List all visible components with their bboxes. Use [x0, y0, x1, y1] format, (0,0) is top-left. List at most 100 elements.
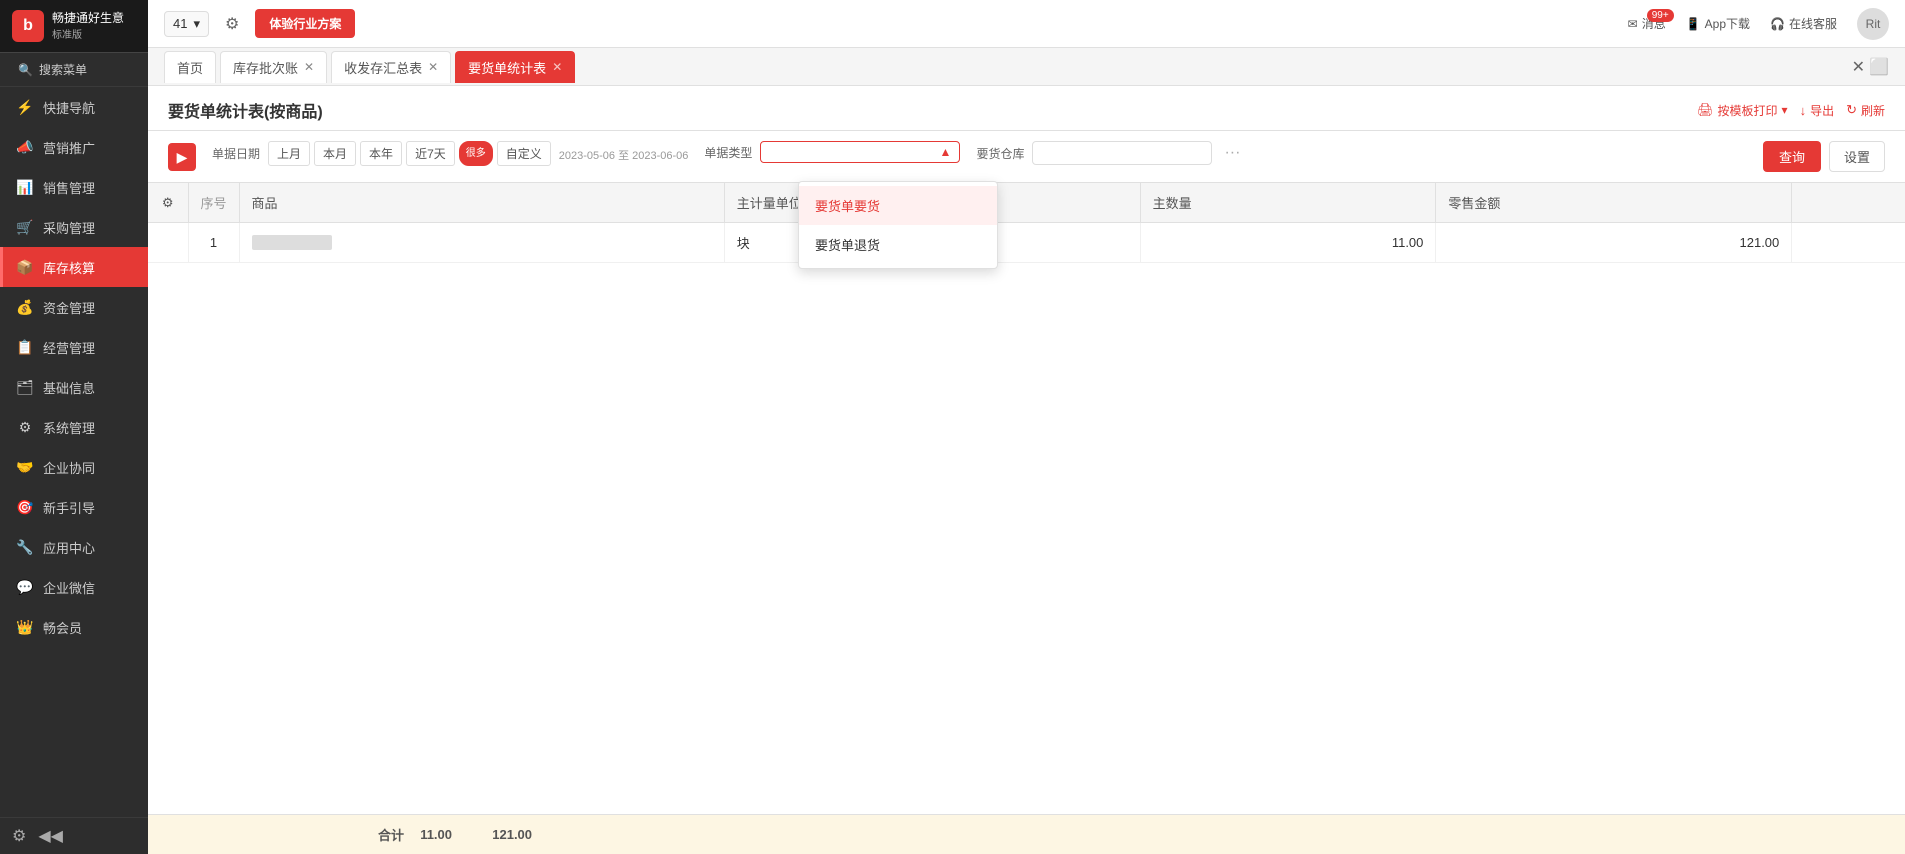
- messages-btn[interactable]: ✉ 消息 99+: [1628, 15, 1666, 32]
- page-actions: 🖨 按模板打印 ▾ ↓ 导出 ↻ 刷新: [1697, 102, 1885, 119]
- marketing-icon: 📣: [15, 137, 35, 157]
- inventory-icon: 📦: [15, 257, 35, 277]
- tab-inventory-batch[interactable]: 库存批次账 ✕: [220, 51, 327, 83]
- table-row: 1 块 11.00 121.00: [148, 223, 1905, 263]
- logo-icon: b: [12, 10, 44, 42]
- search-icon: 🔍: [18, 63, 33, 77]
- page-header: 要货单统计表(按商品) 🖨 按模板打印 ▾ ↓ 导出 ↻ 刷新: [148, 86, 1905, 131]
- sidebar-item-guide[interactable]: 🎯 新手引导: [0, 487, 148, 527]
- query-button[interactable]: 查询: [1763, 141, 1821, 172]
- row-quantity-cell: 11.00: [1140, 223, 1436, 263]
- sidebar-item-basic[interactable]: 🗂 基础信息: [0, 367, 148, 407]
- refresh-icon: ↻: [1846, 102, 1857, 118]
- sidebar-item-wechat[interactable]: 💬 企业微信: [0, 567, 148, 607]
- tab-close-all-icon[interactable]: ✕: [1852, 57, 1865, 77]
- export-icon: ↓: [1800, 103, 1807, 118]
- tab-close-inventory-batch[interactable]: ✕: [304, 60, 314, 74]
- table-settings-icon: ⚙: [162, 195, 174, 210]
- print-btn[interactable]: 🖨 按模板打印 ▾: [1697, 102, 1788, 119]
- date-btn-7days[interactable]: 近7天: [406, 141, 455, 166]
- sidebar-item-operation[interactable]: 📋 经营管理: [0, 327, 148, 367]
- sidebar-item-finance[interactable]: 💰 资金管理: [0, 287, 148, 327]
- dropdown-item-order-goods[interactable]: 要货单要货: [799, 186, 997, 225]
- type-dropdown-menu: 要货单要货 要货单退货: [798, 181, 998, 269]
- tab-order-stats[interactable]: 要货单统计表 ✕: [455, 51, 575, 83]
- guide-icon: 🎯: [15, 497, 35, 517]
- sidebar-item-sales[interactable]: 📊 销售管理: [0, 167, 148, 207]
- type-input[interactable]: [769, 145, 939, 159]
- app-download-btn[interactable]: 📱 App下载: [1686, 15, 1750, 32]
- tab-receipt-summary[interactable]: 收发存汇总表 ✕: [331, 51, 451, 83]
- sidebar-logo: b 畅捷通好生意 标准版: [0, 0, 148, 53]
- date-buttons: 上月 本月 本年 近7天 很多 自定义: [268, 141, 551, 166]
- wechat-icon: 💬: [15, 577, 35, 597]
- footer-label: 合计: [378, 825, 412, 844]
- bottom-collapse-icon[interactable]: ◀◀: [38, 826, 63, 846]
- date-btn-custom[interactable]: 自定义: [497, 141, 551, 166]
- filter-action-buttons: 查询 设置: [1763, 141, 1885, 172]
- filter-bar: ▶ 单据日期 上月 本月 本年 近7天 很多 自定义 2023-05-06 至 …: [148, 131, 1905, 183]
- dropdown-item-order-return[interactable]: 要货单退货: [799, 225, 997, 264]
- main-content: 41 ▾ ⚙ 体验行业方案 ✉ 消息 99+ 📱 App下载 🎧 在线客服 Ri…: [148, 0, 1905, 854]
- tab-expand: ✕ ⬜: [1852, 57, 1889, 77]
- finance-icon: 💰: [15, 297, 35, 317]
- filter-expand-btn[interactable]: ▶: [168, 143, 196, 171]
- header-settings-icon[interactable]: ⚙: [225, 14, 239, 34]
- trial-btn[interactable]: 体验行业方案: [255, 9, 355, 38]
- sidebar-item-marketing[interactable]: 📣 营销推广: [0, 127, 148, 167]
- sidebar-item-vip[interactable]: 👑 畅会员: [0, 607, 148, 647]
- sidebar-item-system[interactable]: ⚙ 系统管理: [0, 407, 148, 447]
- sidebar-item-quick-nav[interactable]: ⚡ 快捷导航: [0, 87, 148, 127]
- footer-quantity: 11.00: [412, 827, 492, 842]
- operation-icon: 📋: [15, 337, 35, 357]
- type-filter-label: 单据类型: [704, 144, 752, 161]
- export-btn[interactable]: ↓ 导出: [1800, 102, 1835, 119]
- sales-icon: 📊: [15, 177, 35, 197]
- appstore-icon: 🔧: [15, 537, 35, 557]
- sidebar-item-inventory[interactable]: 📦 库存核算: [0, 247, 148, 287]
- col-amount-header: 零售金额: [1436, 183, 1792, 223]
- tabs-bar: 首页 库存批次账 ✕ 收发存汇总表 ✕ 要货单统计表 ✕ ✕ ⬜: [148, 48, 1905, 86]
- enterprise-icon: 🤝: [15, 457, 35, 477]
- row-no-cell: 1: [188, 223, 239, 263]
- sidebar-item-enterprise[interactable]: 🤝 企业协同: [0, 447, 148, 487]
- filter-settings-button[interactable]: 设置: [1829, 141, 1885, 172]
- bottom-settings-icon[interactable]: ⚙: [12, 826, 26, 846]
- date-filter-group: 单据日期 上月 本月 本年 近7天 很多 自定义 2023-05-06 至 20…: [212, 141, 688, 166]
- type-arrow-up-icon[interactable]: ▲: [940, 145, 952, 159]
- table-body: 1 块 11.00 121.00: [148, 223, 1905, 263]
- message-icon: ✉: [1628, 17, 1638, 31]
- tab-close-receipt-summary[interactable]: ✕: [428, 60, 438, 74]
- row-settings-cell: [148, 223, 188, 263]
- purchase-icon: 🛒: [15, 217, 35, 237]
- col-goods-header: 商品: [239, 183, 724, 223]
- table-footer: 合计 11.00 121.00: [148, 814, 1905, 854]
- online-service-btn[interactable]: 🎧 在线客服: [1770, 15, 1837, 32]
- tab-expand-icon[interactable]: ⬜: [1869, 57, 1889, 77]
- system-icon: ⚙: [15, 417, 35, 437]
- col-no-header: 序号: [188, 183, 239, 223]
- sidebar-item-appstore[interactable]: 🔧 应用中心: [0, 527, 148, 567]
- filter-more-icon[interactable]: ···: [1224, 144, 1240, 162]
- tab-home[interactable]: 首页: [164, 51, 216, 83]
- expand-icon: ▶: [177, 149, 188, 166]
- sidebar-search[interactable]: 🔍 搜索菜单: [0, 53, 148, 87]
- col-extra-header: [1792, 183, 1905, 223]
- date-btn-this-month[interactable]: 本月: [314, 141, 356, 166]
- date-range-display: 2023-05-06 至 2023-06-06: [559, 147, 689, 163]
- date-btn-last-month[interactable]: 上月: [268, 141, 310, 166]
- table-container: ⚙ 序号 商品 主计量单位 主数量 零售金额 1: [148, 183, 1905, 814]
- refresh-btn[interactable]: ↻ 刷新: [1846, 102, 1885, 119]
- date-btn-this-year[interactable]: 本年: [360, 141, 402, 166]
- sidebar-item-purchase[interactable]: 🛒 采购管理: [0, 207, 148, 247]
- warehouse-input[interactable]: [1032, 141, 1212, 165]
- quick-nav-icon: ⚡: [15, 97, 35, 117]
- type-input-wrapper[interactable]: ▲: [760, 141, 960, 163]
- tab-close-order-stats[interactable]: ✕: [552, 60, 562, 74]
- store-dropdown-icon: ▾: [193, 16, 200, 32]
- messages-badge: 99+: [1647, 9, 1674, 22]
- col-settings-header[interactable]: ⚙: [148, 183, 188, 223]
- user-avatar[interactable]: Rit: [1857, 8, 1889, 40]
- store-selector[interactable]: 41 ▾: [164, 11, 209, 37]
- table-header-row: ⚙ 序号 商品 主计量单位 主数量 零售金额: [148, 183, 1905, 223]
